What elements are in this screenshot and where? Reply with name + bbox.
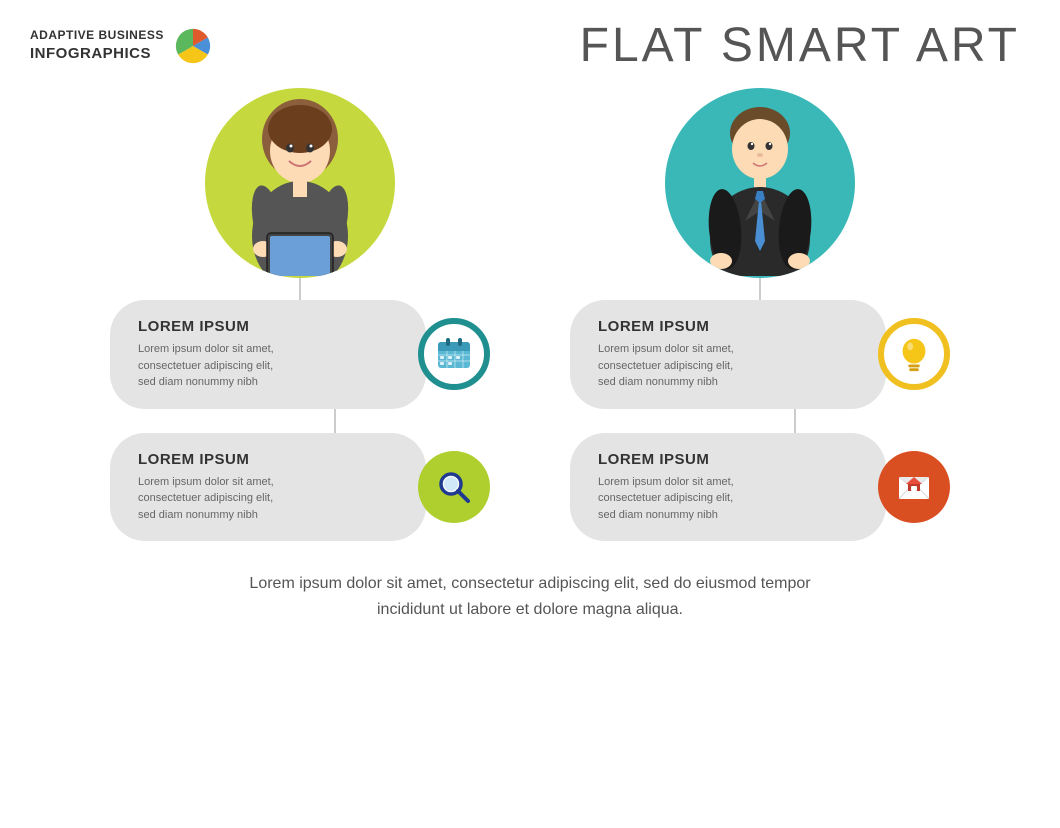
search-icon-bubble — [418, 451, 490, 523]
left-card-2-row: LOREM IPSUM Lorem ipsum dolor sit amet, … — [110, 433, 490, 542]
left-between-connector — [334, 409, 336, 433]
right-card-2: LOREM IPSUM Lorem ipsum dolor sit amet, … — [570, 433, 886, 542]
left-card-2-title: LOREM IPSUM — [138, 451, 398, 468]
right-card-1-title: LOREM IPSUM — [598, 318, 858, 335]
calendar-icon-bubble — [418, 318, 490, 390]
right-between-connector — [794, 409, 796, 433]
right-card-2-row: LOREM IPSUM Lorem ipsum dolor sit amet, … — [570, 433, 950, 542]
logo-area: ADAPTIVE BUSINESS INFOGRAPHICS — [30, 27, 212, 65]
right-column: LOREM IPSUM Lorem ipsum dolor sit amet, … — [570, 88, 950, 541]
main-content: LOREM IPSUM Lorem ipsum dolor sit amet, … — [0, 83, 1060, 622]
calendar-icon — [435, 335, 473, 373]
left-avatar-wrap — [205, 88, 395, 278]
header: ADAPTIVE BUSINESS INFOGRAPHICS FLAT SMAR… — [0, 0, 1060, 83]
right-avatar-circle — [665, 88, 855, 278]
logo-line1: ADAPTIVE BUSINESS — [30, 28, 164, 44]
right-avatar-wrap — [665, 88, 855, 278]
lightbulb-icon-bubble — [878, 318, 950, 390]
left-card-2: LOREM IPSUM Lorem ipsum dolor sit amet, … — [110, 433, 426, 542]
footer-text: Lorem ipsum dolor sit amet, consectetur … — [40, 541, 1020, 622]
mail-icon — [894, 467, 934, 507]
pie-chart-icon — [174, 27, 212, 65]
left-card-1-title: LOREM IPSUM — [138, 318, 398, 335]
columns-wrapper: LOREM IPSUM Lorem ipsum dolor sit amet, … — [40, 83, 1020, 541]
mail-icon-bubble — [878, 451, 950, 523]
woman-avatar-svg — [215, 91, 385, 276]
logo-line2: INFOGRAPHICS — [30, 44, 164, 64]
lightbulb-icon — [895, 334, 933, 374]
right-card-1: LOREM IPSUM Lorem ipsum dolor sit amet, … — [570, 300, 886, 409]
right-top-connector — [759, 278, 761, 300]
left-card-2-text: Lorem ipsum dolor sit amet, consectetuer… — [138, 474, 398, 524]
right-card-1-text: Lorem ipsum dolor sit amet, consectetuer… — [598, 341, 858, 391]
left-card-1: LOREM IPSUM Lorem ipsum dolor sit amet, … — [110, 300, 426, 409]
left-column: LOREM IPSUM Lorem ipsum dolor sit amet, … — [110, 88, 490, 541]
right-card-2-text: Lorem ipsum dolor sit amet, consectetuer… — [598, 474, 858, 524]
right-card-2-title: LOREM IPSUM — [598, 451, 858, 468]
left-card-1-text: Lorem ipsum dolor sit amet, consectetuer… — [138, 341, 398, 391]
footer-line2: incididunt ut labore et dolore magna ali… — [377, 601, 683, 618]
page-title: FLAT SMART ART — [580, 18, 1020, 73]
left-card-1-row: LOREM IPSUM Lorem ipsum dolor sit amet, … — [110, 300, 490, 409]
right-card-1-row: LOREM IPSUM Lorem ipsum dolor sit amet, … — [570, 300, 950, 409]
search-icon — [434, 467, 474, 507]
footer-line1: Lorem ipsum dolor sit amet, consectetur … — [249, 575, 810, 592]
man-avatar-svg — [675, 91, 845, 276]
logo-text: ADAPTIVE BUSINESS INFOGRAPHICS — [30, 28, 164, 63]
left-avatar-circle — [205, 88, 395, 278]
left-top-connector — [299, 278, 301, 300]
